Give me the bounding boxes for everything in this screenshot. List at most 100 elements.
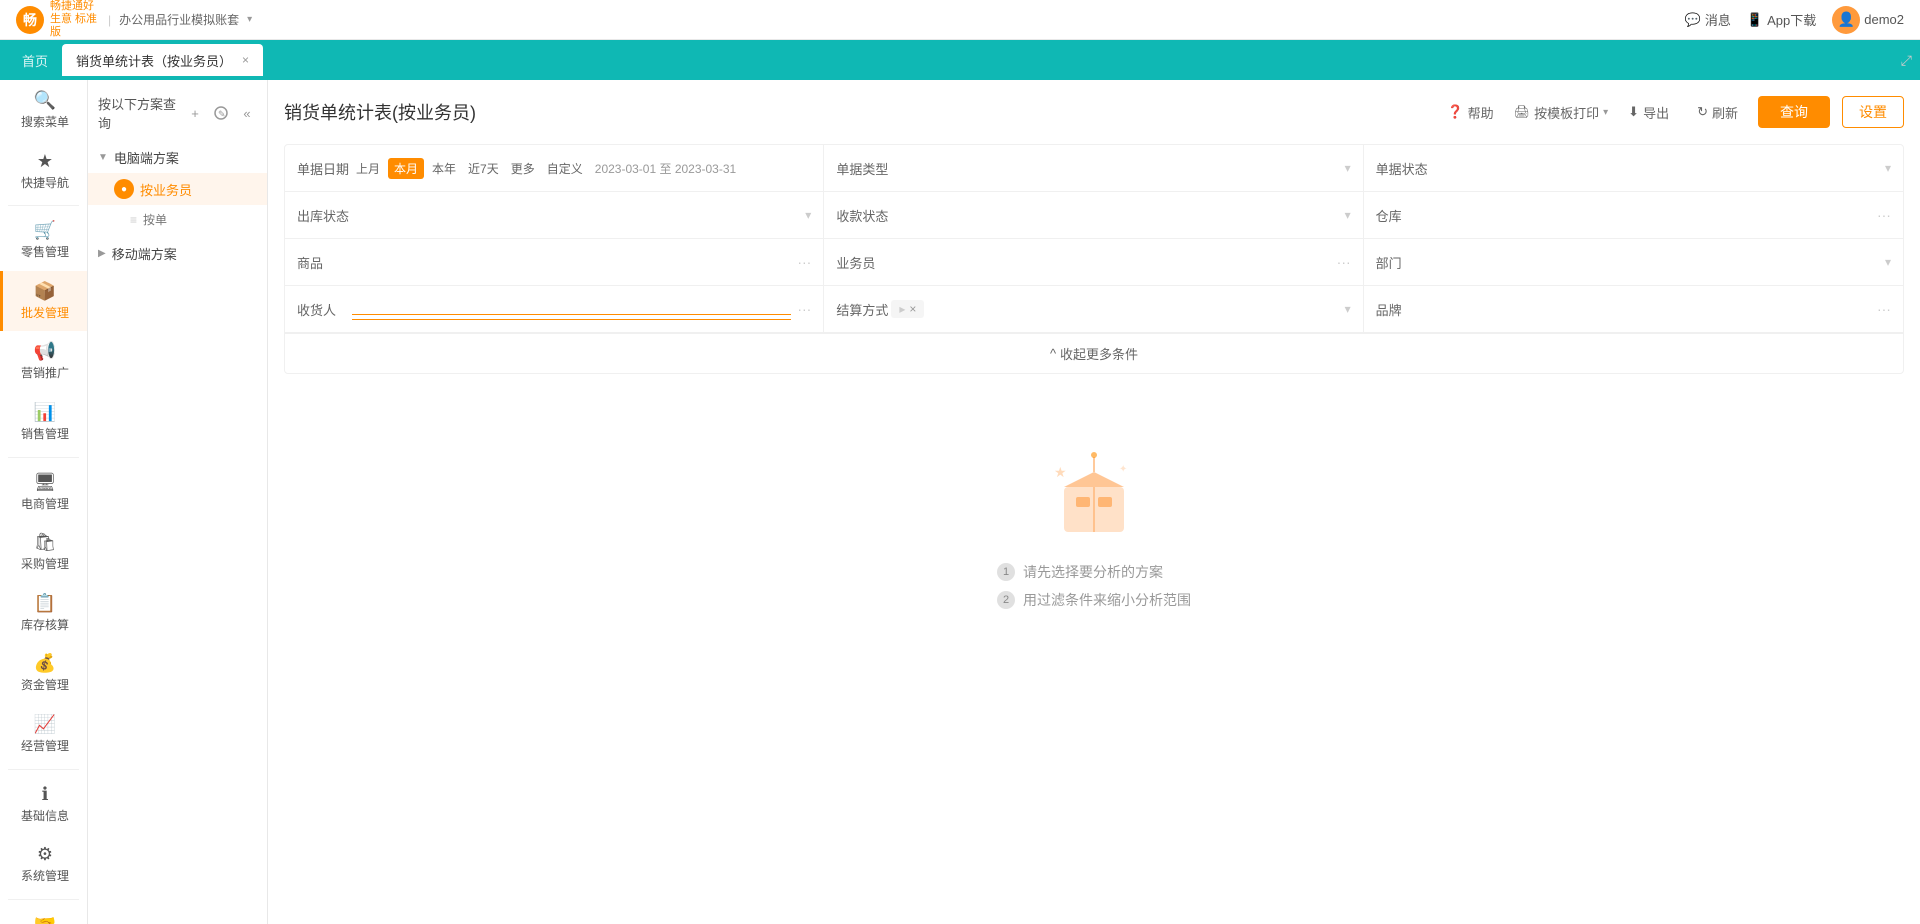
doc-type-arrow-icon[interactable]: ▾ [1345,161,1351,175]
product-dots-icon[interactable]: ··· [797,254,811,270]
warehouse-out-cell: 出库状态 ▾ [285,192,824,238]
page-title-bar: 销货单统计表(按业务员) ❓ 帮助 🖨 按模板打印 ▾ ⬇ 导出 [284,96,1904,128]
doc-type-input[interactable] [891,161,1338,176]
scheme-panel: 按以下方案查询 + ✎ « ▼ 电脑端方案 ● [88,80,268,924]
warehouse-dots-icon[interactable]: ··· [1877,207,1891,223]
warehouse-out-input[interactable] [352,208,799,223]
sidebar-item-search[interactable]: 🔍 搜索菜单 [0,80,87,141]
desktop-group-label: 电脑端方案 [114,148,179,167]
template-print-label: 按模板打印 [1534,103,1599,122]
collection-arrow-icon[interactable]: ▾ [1345,208,1351,222]
salesman-dots-icon[interactable]: ··· [1337,254,1351,270]
sidebar-item-quicknav[interactable]: ★ 快捷导航 [0,141,87,202]
warehouse-input[interactable] [1431,208,1871,223]
sidebar-search-label: 搜索菜单 [21,115,69,131]
scheme-sub-item-order[interactable]: ≡ 按单 [88,205,267,234]
sidebar-item-purchase[interactable]: 🛍 采购管理 [0,522,87,583]
sidebar-item-wholesale[interactable]: 📦 批发管理 [0,271,87,332]
finance-icon: 💰 [34,653,56,674]
doc-status-input[interactable] [1431,161,1879,176]
avatar: 👤 [1832,6,1860,34]
query-button[interactable]: 查询 [1758,96,1830,128]
edit-scheme-btn[interactable]: ✎ [211,103,231,123]
expand-icon: ▼ [98,152,108,163]
sidebar-item-sales[interactable]: 📊 销售管理 [0,392,87,453]
date-tab-7days[interactable]: 近7天 [464,158,503,179]
page-content: 按以下方案查询 + ✎ « ▼ 电脑端方案 ● [88,80,1920,924]
receiver-input[interactable] [352,299,791,315]
tab-maximize-icon[interactable]: ⤢ [1901,52,1912,69]
settle-arrow-icon[interactable]: ▾ [1345,302,1351,316]
receiver-dots-icon[interactable]: ··· [797,301,811,317]
doc-type-cell: 单据类型 ▾ [824,145,1363,191]
collapse-chevron-icon: ^ [1050,346,1056,361]
template-print-btn[interactable]: 🖨 按模板打印 ▾ [1514,103,1609,122]
date-tab-thisyear[interactable]: 本年 [428,158,460,179]
date-tab-custom[interactable]: 自定义 [543,158,587,179]
sidebar-item-finance[interactable]: 💰 资金管理 [0,643,87,704]
warehouse-out-arrow-icon[interactable]: ▾ [805,208,811,222]
brand-dots-icon[interactable]: ··· [1877,301,1891,317]
settle-cell: 结算方式 ▸ × ▾ [824,286,1363,332]
warehouse-cell: 仓库 ··· [1364,192,1903,238]
marketing-icon: 📢 [34,341,56,362]
sidebar-item-system[interactable]: ⚙ 系统管理 [0,834,87,895]
sidebar-item-cooperation[interactable]: 🤝 企业协同 [0,904,87,924]
dept-input[interactable] [1431,255,1879,270]
collection-input[interactable] [891,208,1338,223]
export-btn[interactable]: ⬇ 导出 [1620,99,1677,126]
collapse-bar[interactable]: ^ 收起更多条件 [285,333,1903,373]
receiver-underline-input[interactable] [352,298,791,320]
desktop-group-header[interactable]: ▼ 电脑端方案 [88,142,267,173]
sidebar-item-retail[interactable]: 🛒 零售管理 [0,210,87,271]
collapse-scheme-btn[interactable]: « [237,103,257,123]
user-profile-action[interactable]: 👤 demo2 [1832,6,1904,34]
breadcrumb-label[interactable]: 办公用品行业模拟账套 [119,11,239,28]
purchase-icon: 🛍 [34,532,57,553]
doc-status-cell: 单据状态 ▾ [1364,145,1903,191]
settings-button[interactable]: 设置 [1842,96,1904,128]
doc-status-arrow-icon[interactable]: ▾ [1885,161,1891,175]
collection-label: 收款状态 [836,206,891,225]
date-tab-more[interactable]: 更多 [507,158,539,179]
brand-input[interactable] [1431,302,1871,317]
date-tab-lastmonth[interactable]: 上月 [352,158,384,179]
svg-text:★: ★ [1054,464,1067,480]
sidebar-item-inventory[interactable]: 📋 库存核算 [0,583,87,644]
salesman-label: 业务员 [836,253,891,272]
dept-arrow-icon[interactable]: ▾ [1885,255,1891,269]
help-icon: ❓ [1447,104,1463,120]
scheme-item-salesman[interactable]: ● 按业务员 [88,173,267,205]
mobile-group-header[interactable]: ▶ 移动端方案 [88,238,267,269]
top-header: 畅 畅捷通好生意 标准版 | 办公用品行业模拟账套 ▾ 💬 消息 📱 App下载… [0,0,1920,40]
system-icon: ⚙ [37,844,53,865]
inventory-icon: 📋 [34,593,56,614]
app-download-action[interactable]: 📱 App下载 [1747,10,1816,29]
sidebar-item-ecom[interactable]: 🖥 电商管理 [0,462,87,523]
tab-close-icon[interactable]: × [242,53,249,67]
sidebar-item-operation[interactable]: 📈 经营管理 [0,704,87,765]
message-label: 消息 [1705,10,1731,29]
main-layout: 🔍 搜索菜单 ★ 快捷导航 🛒 零售管理 📦 批发管理 📢 营销推广 📊 销售管… [0,80,1920,924]
collection-input-area: ▾ [891,208,1350,223]
empty-svg: ★ ✦ [1044,442,1144,542]
breadcrumb-dropdown-icon[interactable]: ▾ [247,14,252,25]
date-tab-thismonth[interactable]: 本月 [388,158,424,179]
add-scheme-btn[interactable]: + [185,103,205,123]
tab-sales-stats[interactable]: 销货单统计表（按业务员） × [62,44,263,76]
help-btn[interactable]: ❓ 帮助 [1439,99,1501,126]
salesman-input[interactable] [891,255,1330,270]
product-input[interactable] [352,255,791,270]
scheme-sub-item-label: 按单 [143,211,167,228]
print-icon: 🖨 [1514,104,1531,120]
sidebar-item-base[interactable]: ℹ 基础信息 [0,774,87,835]
svg-text:✎: ✎ [218,109,226,119]
scheme-panel-actions: + ✎ « [185,103,257,123]
message-action[interactable]: 💬 消息 [1685,10,1731,29]
tab-home[interactable]: 首页 [8,44,62,76]
filter-row-3: 商品 ··· 业务员 ··· 部门 [285,239,1903,286]
refresh-btn[interactable]: ↻ 刷新 [1689,99,1746,126]
settle-tag-close-icon[interactable]: × [909,302,916,316]
sidebar: 🔍 搜索菜单 ★ 快捷导航 🛒 零售管理 📦 批发管理 📢 营销推广 📊 销售管… [0,80,88,924]
sidebar-item-marketing[interactable]: 📢 营销推广 [0,331,87,392]
